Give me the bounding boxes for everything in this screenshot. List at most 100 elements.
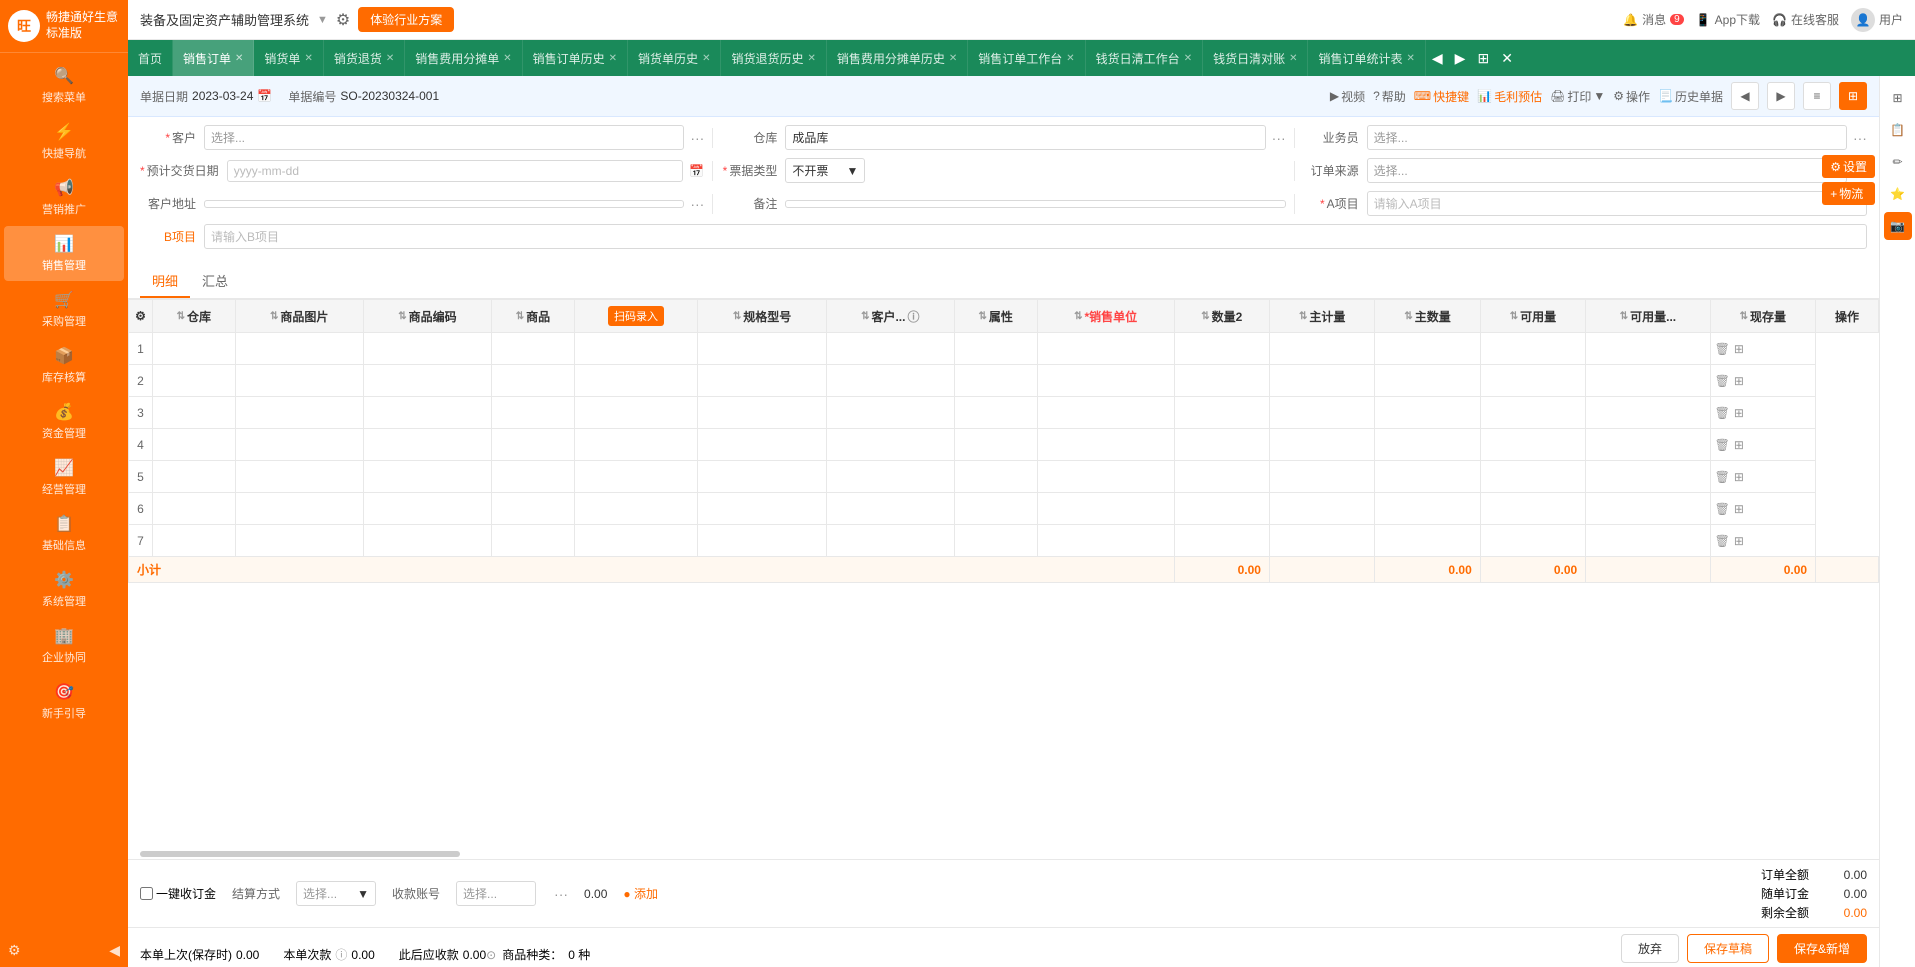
cell-2-3[interactable] <box>492 365 575 397</box>
cell-4-11[interactable] <box>1375 429 1480 461</box>
cell-6-3[interactable] <box>492 493 575 525</box>
tab-summary[interactable]: 汇总 <box>190 265 240 298</box>
save-draft-button[interactable]: 保存草稿 <box>1687 934 1769 963</box>
cell-5-12[interactable] <box>1480 461 1585 493</box>
staff-input[interactable]: 选择... <box>1367 125 1847 150</box>
delete-icon[interactable]: 🗑 <box>1715 406 1730 420</box>
cell-6-1[interactable] <box>235 493 363 525</box>
cell-2-13[interactable] <box>1586 365 1710 397</box>
cell-6-7[interactable] <box>954 493 1037 525</box>
settings-shortcut-btn[interactable]: ⚙ 设置 <box>1822 155 1875 178</box>
cell-1-6[interactable] <box>826 333 954 365</box>
delete-icon[interactable]: 🗑 <box>1715 374 1730 388</box>
cell-1-2[interactable] <box>363 333 491 365</box>
add-material-btn[interactable]: + 物流 <box>1822 182 1875 205</box>
ticket-select[interactable]: 不开票 ▼ <box>785 158 865 183</box>
next-record-btn[interactable]: ▶ <box>1767 82 1795 110</box>
industry-solution-button[interactable]: 体验行业方案 <box>358 7 454 32</box>
cell-7-4[interactable] <box>574 525 698 557</box>
nav-expand[interactable]: ⊞ <box>1471 50 1495 67</box>
cell-3-13[interactable] <box>1586 397 1710 429</box>
cell-3-7[interactable] <box>954 397 1037 429</box>
tab-close-sales-return[interactable]: ✕ <box>386 53 394 64</box>
cell-5-11[interactable] <box>1375 461 1480 493</box>
cell-3-1[interactable] <box>235 397 363 429</box>
cell-2-10[interactable] <box>1269 365 1374 397</box>
tab-close-order-history[interactable]: ✕ <box>609 53 617 64</box>
cell-3-9[interactable] <box>1174 397 1269 429</box>
tab-close-workbench[interactable]: ✕ <box>1066 53 1074 64</box>
cell-5-7[interactable] <box>954 461 1037 493</box>
addr-more-icon[interactable]: ··· <box>690 196 704 212</box>
add-link[interactable]: ● 添加 <box>623 885 658 902</box>
cell-7-1[interactable] <box>235 525 363 557</box>
warehouse-more-icon[interactable]: ··· <box>1272 130 1286 146</box>
video-action[interactable]: ▶ 视频 <box>1330 88 1365 105</box>
tab-sales-order[interactable]: 销售订单 ✕ <box>173 40 254 76</box>
remark-input[interactable] <box>785 200 1285 208</box>
message-group[interactable]: 🔔 消息 9 <box>1623 11 1684 28</box>
sidebar-item-basic[interactable]: 📋 基础信息 <box>4 506 124 561</box>
cell-2-2[interactable] <box>363 365 491 397</box>
topbar-dropdown-icon[interactable]: ▼ <box>317 14 328 26</box>
delete-icon[interactable]: 🗑 <box>1715 470 1730 484</box>
cell-4-12[interactable] <box>1480 429 1585 461</box>
cell-5-5[interactable] <box>698 461 826 493</box>
history-action[interactable]: 📃 历史单据 <box>1658 88 1723 105</box>
save-new-button[interactable]: 保存&新增 <box>1777 934 1867 963</box>
delete-icon[interactable]: 🗑 <box>1715 342 1730 356</box>
nav-next[interactable]: ▶ <box>1449 50 1472 67</box>
cell-5-10[interactable] <box>1269 461 1374 493</box>
cell-6-9[interactable] <box>1174 493 1269 525</box>
delete-icon[interactable]: 🗑 <box>1715 502 1730 516</box>
cell-6-5[interactable] <box>698 493 826 525</box>
staff-more-icon[interactable]: ··· <box>1853 130 1867 146</box>
copy-icon[interactable]: ⊞ <box>1734 406 1744 420</box>
cell-3-0[interactable] <box>153 397 236 429</box>
sidebar-item-quicknav[interactable]: ⚡ 快捷导航 <box>4 114 124 169</box>
copy-icon[interactable]: ⊞ <box>1734 342 1744 356</box>
cell-3-6[interactable] <box>826 397 954 429</box>
one-key-checkbox[interactable] <box>140 887 153 900</box>
cell-7-5[interactable] <box>698 525 826 557</box>
settings-bottom-icon[interactable]: ⚙ <box>8 942 21 959</box>
cell-1-12[interactable] <box>1480 333 1585 365</box>
tab-cost-history[interactable]: 销售费用分摊单历史 ✕ <box>827 40 968 76</box>
sidebar-item-purchase[interactable]: 🛒 采购管理 <box>4 282 124 337</box>
cell-4-9[interactable] <box>1174 429 1269 461</box>
list-view-btn[interactable]: ≡ <box>1803 82 1831 110</box>
cell-7-8[interactable] <box>1037 525 1174 557</box>
sidebar-item-search[interactable]: 🔍 搜索菜单 <box>4 58 124 113</box>
cell-1-11[interactable] <box>1375 333 1480 365</box>
cell-7-9[interactable] <box>1174 525 1269 557</box>
customer-input[interactable]: 选择... <box>204 125 684 150</box>
prev-record-btn[interactable]: ◀ <box>1731 82 1759 110</box>
cell-3-4[interactable] <box>574 397 698 429</box>
print-dropdown-icon[interactable]: ▼ <box>1593 89 1605 103</box>
cell-6-6[interactable] <box>826 493 954 525</box>
tab-daily-workbench[interactable]: 钱货日清工作台 ✕ <box>1086 40 1203 76</box>
cell-1-8[interactable] <box>1037 333 1174 365</box>
copy-icon[interactable]: ⊞ <box>1734 374 1744 388</box>
help-circle-icon-2[interactable]: ⓘ <box>335 946 347 963</box>
right-camera-icon[interactable]: 📷 <box>1884 212 1912 240</box>
cell-6-11[interactable] <box>1375 493 1480 525</box>
cell-1-3[interactable] <box>492 333 575 365</box>
tab-sales-goods[interactable]: 销货单 ✕ <box>254 40 323 76</box>
cell-4-2[interactable] <box>363 429 491 461</box>
tab-goods-history[interactable]: 销货单历史 ✕ <box>628 40 721 76</box>
user-group[interactable]: 👤 用户 <box>1851 8 1903 32</box>
cell-3-3[interactable] <box>492 397 575 429</box>
sidebar-item-enterprise[interactable]: 🏢 企业协同 <box>4 618 124 673</box>
account-more-icon[interactable]: ··· <box>554 886 568 902</box>
cell-6-4[interactable] <box>574 493 698 525</box>
order-source-input[interactable]: 选择... <box>1367 158 1847 183</box>
cell-7-0[interactable] <box>153 525 236 557</box>
cell-5-4[interactable] <box>574 461 698 493</box>
copy-icon[interactable]: ⊞ <box>1734 438 1744 452</box>
cell-7-12[interactable] <box>1480 525 1585 557</box>
sidebar-item-marketing[interactable]: 📢 营销推广 <box>4 170 124 225</box>
tab-close-daily-workbench[interactable]: ✕ <box>1184 53 1192 64</box>
delivery-calendar-icon[interactable]: 📅 <box>689 164 704 178</box>
grid-view-btn[interactable]: ⊞ <box>1839 82 1867 110</box>
